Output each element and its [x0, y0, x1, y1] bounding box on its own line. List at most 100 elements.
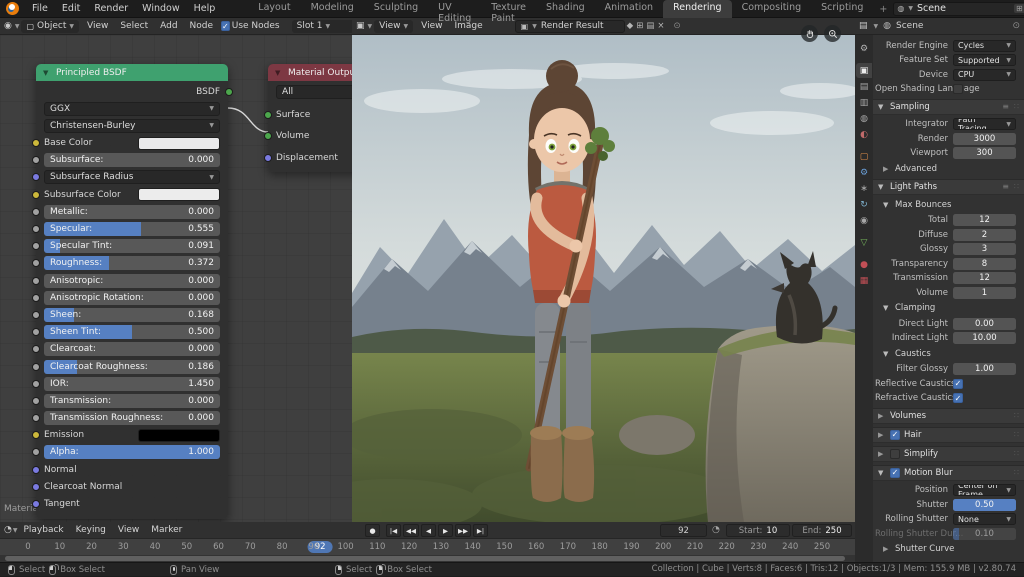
collapse-arrow-icon[interactable]: ▶: [878, 412, 886, 420]
zoom-magnifier-button[interactable]: [824, 25, 841, 42]
fake-user-icon[interactable]: ◆: [627, 21, 634, 31]
menu-add[interactable]: Add: [154, 21, 183, 31]
pan-hand-button[interactable]: [801, 25, 818, 42]
open-shading-language-checkbox[interactable]: [953, 84, 963, 94]
menu-select[interactable]: Select: [114, 21, 154, 31]
menu-help[interactable]: Help: [187, 3, 223, 14]
properties-tab-modifiers-icon[interactable]: ⚙: [856, 165, 872, 180]
menu-icon[interactable]: ≡: [1002, 102, 1009, 111]
subsurface-color-swatch[interactable]: [138, 188, 220, 201]
ior-slider[interactable]: IOR:1.450: [44, 377, 220, 391]
clock-icon[interactable]: ◔: [712, 525, 720, 535]
collapse-arrow-icon[interactable]: ▶: [883, 545, 891, 553]
section-hair[interactable]: ▶✓Hair∷: [873, 427, 1024, 443]
new-image-icon[interactable]: ⊞: [636, 21, 643, 31]
collapse-node-icon[interactable]: ▼: [43, 69, 51, 77]
workspace-tab-layout[interactable]: Layout: [248, 0, 300, 18]
use-nodes-checkbox[interactable]: ✓: [221, 21, 230, 31]
workspace-tab-rendering[interactable]: Rendering: [663, 0, 732, 18]
glossy-number[interactable]: 3: [953, 243, 1016, 255]
input-socket-yellow[interactable]: [32, 191, 40, 199]
input-socket-green[interactable]: [264, 111, 272, 119]
input-socket-gray[interactable]: [32, 208, 40, 216]
blender-logo-icon[interactable]: [6, 2, 19, 15]
input-socket-gray[interactable]: [32, 156, 40, 164]
properties-tab-scene-icon[interactable]: ◍: [856, 111, 872, 126]
input-socket-gray[interactable]: [32, 448, 40, 456]
collapse-node-icon[interactable]: ▼: [275, 69, 283, 77]
rolling-shutter-dur-slider[interactable]: 0.10: [953, 528, 1016, 540]
shutter-slider[interactable]: 0.50: [953, 499, 1016, 511]
menu-render[interactable]: Render: [87, 3, 135, 14]
expand-arrow-icon[interactable]: ▼: [878, 469, 886, 477]
properties-tab-render-icon[interactable]: ▣: [856, 63, 872, 78]
collapse-arrow-icon[interactable]: ▶: [878, 431, 886, 439]
timeline-editor-type-icon[interactable]: ◔: [4, 525, 12, 535]
input-socket-purple[interactable]: [32, 466, 40, 474]
workspace-tab-scripting[interactable]: Scripting: [811, 0, 873, 18]
roughness-slider[interactable]: Roughness:0.372: [44, 256, 220, 270]
properties-tab-object-data-icon[interactable]: ▽: [856, 235, 872, 250]
properties-tab-world-icon[interactable]: ◐: [856, 127, 872, 142]
input-socket-gray[interactable]: [32, 414, 40, 422]
input-socket-gray[interactable]: [32, 242, 40, 250]
workspace-tab-compositing[interactable]: Compositing: [732, 0, 812, 18]
clearcoat-roughness-slider[interactable]: Clearcoat Roughness:0.186: [44, 360, 220, 374]
scene-selector[interactable]: ◍ ▼ Scene ⊞ ×: [893, 2, 1024, 16]
metallic-slider[interactable]: Metallic:0.000: [44, 205, 220, 219]
pin-icon[interactable]: ⊙: [674, 21, 681, 31]
image-datablock-selector[interactable]: ▣ ▼ Render Result: [515, 20, 625, 33]
pin-icon[interactable]: ⊙: [1012, 21, 1020, 31]
current-frame-field[interactable]: 92: [660, 524, 707, 537]
properties-tab-view-layer-icon[interactable]: ▥: [856, 95, 872, 110]
output-node-header[interactable]: ▼ Material Output: [268, 64, 352, 81]
transmission-roughness-slider[interactable]: Transmission Roughness:0.000: [44, 411, 220, 425]
principled-bsdf-node[interactable]: ▼ Principled BSDF BSDF GGX▼Christensen-B…: [36, 64, 228, 519]
alpha-slider[interactable]: Alpha:1.000: [44, 445, 220, 459]
rolling-shutter-dropdown[interactable]: None▼: [953, 513, 1016, 525]
section-light-paths[interactable]: ▼Light Paths≡∷: [873, 179, 1024, 195]
input-socket-yellow[interactable]: [32, 431, 40, 439]
unlink-image-icon[interactable]: ×: [657, 21, 664, 31]
input-socket-gray[interactable]: [32, 277, 40, 285]
input-socket-gray[interactable]: [32, 311, 40, 319]
subsection-caustics[interactable]: ▼Caustics: [883, 347, 1022, 361]
indirect-light-number[interactable]: 10.00: [953, 332, 1016, 344]
expand-arrow-icon[interactable]: ▼: [883, 201, 891, 209]
sheen-slider[interactable]: Sheen:0.168: [44, 308, 220, 322]
ggx-dropdown[interactable]: GGX▼: [44, 102, 220, 116]
expand-arrow-icon[interactable]: ▼: [878, 103, 886, 111]
collapse-arrow-icon[interactable]: ▶: [878, 450, 886, 458]
input-socket-purple[interactable]: [32, 500, 40, 508]
reflective-caustics-checkbox[interactable]: ✓: [953, 379, 963, 389]
properties-tab-object-icon[interactable]: ▢: [856, 149, 872, 164]
workspace-tab-texture-paint[interactable]: Texture Paint: [481, 0, 536, 18]
shader-mode-dropdown[interactable]: ▢ Object ▼: [21, 20, 79, 33]
total-number[interactable]: 12: [953, 214, 1016, 226]
sheen-tint-slider[interactable]: Sheen Tint:0.500: [44, 325, 220, 339]
jump-to-start-button[interactable]: |◀: [386, 524, 401, 537]
anisotropic-rotation-slider[interactable]: Anisotropic Rotation:0.000: [44, 291, 220, 305]
bsdf-output-socket[interactable]: [225, 88, 233, 96]
bsdf-node-header[interactable]: ▼ Principled BSDF: [36, 64, 228, 81]
render-engine-dropdown[interactable]: Cycles▼: [953, 40, 1016, 52]
input-socket-gray[interactable]: [32, 259, 40, 267]
timeline-scrollbar-thumb[interactable]: [5, 556, 845, 561]
collapse-arrow-icon[interactable]: ▶: [883, 165, 891, 173]
frame-end-field[interactable]: End: 250: [792, 524, 852, 537]
section-simplify[interactable]: ▶Simplify∷: [873, 446, 1024, 462]
subsection-advanced[interactable]: ▶Advanced: [883, 162, 1022, 176]
anisotropic-slider[interactable]: Anisotropic:0.000: [44, 274, 220, 288]
image-mode-dropdown[interactable]: View ▼: [374, 20, 413, 33]
transmission-slider[interactable]: Transmission:0.000: [44, 394, 220, 408]
workspace-tab-modeling[interactable]: Modeling: [301, 0, 364, 18]
workspace-tab-uv-editing[interactable]: UV Editing: [428, 0, 481, 18]
slot-dropdown[interactable]: Slot 1 ▼: [292, 20, 352, 33]
input-socket-yellow[interactable]: [32, 139, 40, 147]
section-volumes[interactable]: ▶Volumes∷: [873, 408, 1024, 424]
motion-blur-checkbox[interactable]: ✓: [890, 468, 900, 478]
input-socket-purple[interactable]: [264, 154, 272, 162]
input-socket-green[interactable]: [264, 132, 272, 140]
menu-icon[interactable]: ≡: [1002, 182, 1009, 191]
properties-tab-constraints-icon[interactable]: ◉: [856, 213, 872, 228]
